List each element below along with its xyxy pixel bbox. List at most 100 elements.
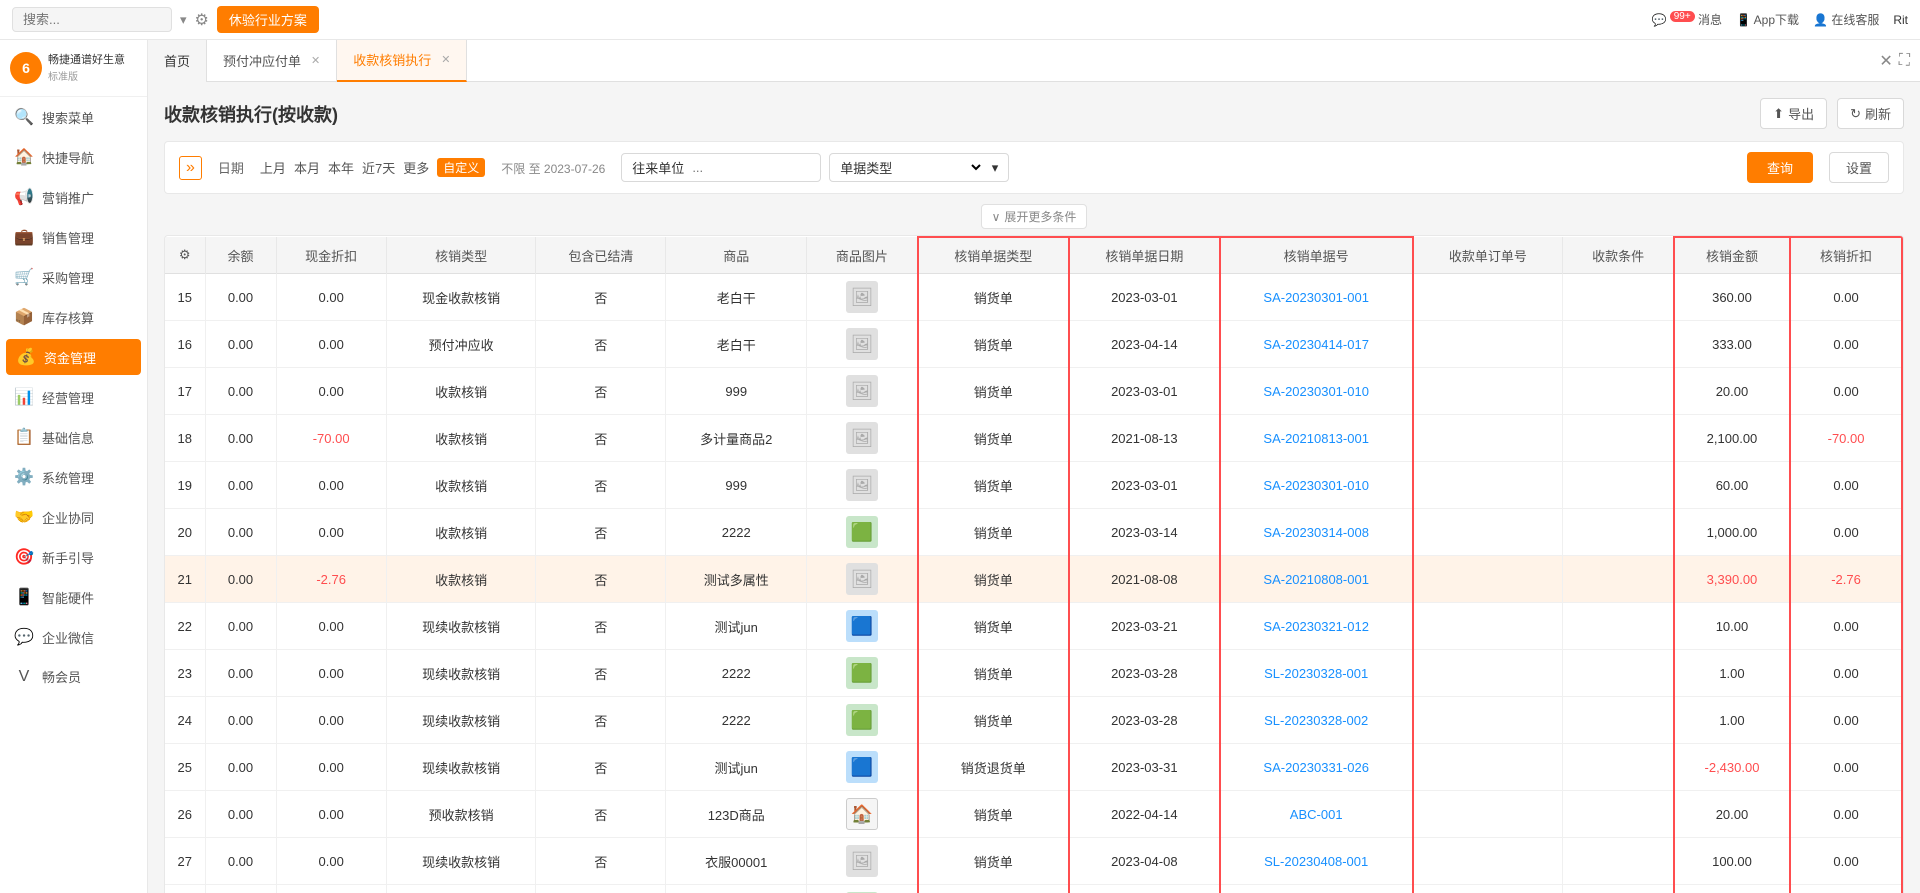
basic-info-icon: 📋: [14, 427, 34, 447]
export-btn[interactable]: ⬆ 导出: [1760, 98, 1827, 129]
bill-no-link[interactable]: SL-20230408-001: [1264, 854, 1368, 869]
cell-bill-no[interactable]: SA-20230301-010: [1220, 368, 1413, 415]
query-btn[interactable]: 查询: [1747, 152, 1813, 183]
sidebar-item-search[interactable]: 🔍 搜索菜单: [0, 97, 147, 137]
refresh-btn[interactable]: ↻ 刷新: [1837, 98, 1904, 129]
sidebar-item-basic-info[interactable]: 📋 基础信息: [0, 417, 147, 457]
cell-bill-no[interactable]: SA-20230314-008: [1220, 509, 1413, 556]
this-year-link[interactable]: 本年: [328, 158, 354, 177]
cell-bill-no[interactable]: SA-20210808-001: [1220, 556, 1413, 603]
bill-no-link[interactable]: SL-20230328-001: [1264, 666, 1368, 681]
bill-no-link[interactable]: SA-20230331-026: [1263, 760, 1369, 775]
cell-bill-no[interactable]: SA-20230321-012: [1220, 603, 1413, 650]
page-title: 收款核销执行(按收款): [164, 101, 338, 127]
bill-no-link[interactable]: SA-20230301-001: [1263, 290, 1369, 305]
maximize-icon[interactable]: ⛶: [1899, 52, 1910, 70]
col-settings[interactable]: ⚙: [165, 237, 205, 274]
bill-no-link[interactable]: SA-20210808-001: [1263, 572, 1369, 587]
cell-goods-img: 🖼: [807, 321, 918, 368]
sidebar-item-sys-mgmt[interactable]: ⚙️ 系统管理: [0, 457, 147, 497]
cell-receipt-order-no: [1413, 462, 1563, 509]
bill-no-link[interactable]: SA-20230301-010: [1263, 478, 1369, 493]
home-icon: 🏠: [14, 147, 34, 167]
sidebar-item-sales[interactable]: 💼 销售管理: [0, 217, 147, 257]
cell-bill-no[interactable]: SL-20230408-001: [1220, 838, 1413, 885]
cell-bill-date: 2023-03-01: [1069, 274, 1220, 321]
sidebar-item-marketing[interactable]: 📢 营销推广: [0, 177, 147, 217]
cell-bill-no[interactable]: SL-20230328-002: [1220, 697, 1413, 744]
app-download[interactable]: 📱 App下载: [1736, 11, 1799, 28]
tab-receipt-close[interactable]: ✕: [441, 53, 450, 66]
tab-prepay[interactable]: 预付冲应付单 ✕: [207, 40, 337, 82]
col-write-off-type: 核销类型: [386, 237, 536, 274]
cell-goods-img: 🖼: [807, 838, 918, 885]
cell-bill-no[interactable]: SA-20230301-001: [1220, 274, 1413, 321]
sidebar-item-inventory[interactable]: 📦 库存核算: [0, 297, 147, 337]
bill-no-link[interactable]: SL-20230328-002: [1264, 713, 1368, 728]
logo-icon: 6: [10, 52, 42, 84]
setup-btn[interactable]: 设置: [1829, 152, 1889, 183]
sidebar-item-quick-nav[interactable]: 🏠 快捷导航: [0, 137, 147, 177]
bill-no-link[interactable]: SA-20230414-017: [1263, 337, 1369, 352]
dropdown-icon[interactable]: ▾: [180, 12, 187, 28]
doc-type-select[interactable]: [900, 159, 983, 176]
bill-no-link[interactable]: SA-20210813-001: [1263, 431, 1369, 446]
bill-no-link[interactable]: SA-20230314-008: [1263, 525, 1369, 540]
expand-more-btn[interactable]: ∨ 展开更多条件: [981, 204, 1088, 229]
sidebar-item-enterprise[interactable]: 🤝 企业协同: [0, 497, 147, 537]
bill-no-link[interactable]: SA-20230321-012: [1263, 619, 1369, 634]
table-row: 230.000.00现续收款核销否2222🟩销货单2023-03-28SL-20…: [165, 650, 1902, 697]
sidebar-item-purchase[interactable]: 🛒 采购管理: [0, 257, 147, 297]
table-row: 180.00-70.00收款核销否多计量商品2🖼销货单2021-08-13SA-…: [165, 415, 1902, 462]
partner-input[interactable]: [692, 160, 772, 175]
more-link[interactable]: 更多: [403, 158, 429, 177]
cell-bill-no[interactable]: SL-20230418-001: [1220, 885, 1413, 893]
user-name[interactable]: Rit: [1893, 13, 1908, 27]
cell-bill-no[interactable]: ABC-001: [1220, 791, 1413, 838]
refresh-label: 刷新: [1865, 104, 1891, 123]
sidebar-label-basic-info: 基础信息: [42, 428, 94, 447]
cell-goods: 多计量商品2: [666, 415, 807, 462]
top-bar-left: ▾ ⚙ 休验行业方案: [12, 6, 1643, 33]
industry-btn[interactable]: 休验行业方案: [217, 6, 319, 33]
sidebar-item-guide[interactable]: 🎯 新手引导: [0, 537, 147, 577]
sidebar-item-wechat[interactable]: 💬 企业微信: [0, 617, 147, 657]
this-month-link[interactable]: 本月: [294, 158, 320, 177]
tab-prepay-close[interactable]: ✕: [311, 54, 320, 67]
last-7days-link[interactable]: 近7天: [362, 158, 395, 177]
cell-goods-img: 🖼: [807, 556, 918, 603]
cell-bill-type: 销货单: [918, 509, 1069, 556]
bill-no-link[interactable]: SA-20230301-010: [1263, 384, 1369, 399]
message-icon[interactable]: 💬 99+ 消息: [1651, 11, 1722, 28]
sidebar-item-finance[interactable]: 💰 资金管理: [6, 339, 141, 375]
gear-icon[interactable]: ⚙: [195, 10, 209, 30]
custom-link[interactable]: 自定义: [437, 158, 485, 177]
online-service[interactable]: 👤 在线客服: [1813, 11, 1879, 28]
cell-goods: 测试jun: [666, 603, 807, 650]
cell-bill-no[interactable]: SL-20230328-001: [1220, 650, 1413, 697]
tab-receipt-write-off[interactable]: 收款核销执行 ✕: [337, 40, 467, 82]
cell-goods: 123D商品: [666, 791, 807, 838]
sidebar-item-member[interactable]: V 畅会员: [0, 657, 147, 696]
cell-balance: 0.00: [205, 650, 276, 697]
top-search-input[interactable]: [12, 7, 172, 32]
sidebar-item-smart-hw[interactable]: 📱 智能硬件: [0, 577, 147, 617]
cell-goods-img: 🟩: [807, 650, 918, 697]
doc-type-field[interactable]: 单据类型 ▾: [829, 153, 1009, 182]
col-balance: 余额: [205, 237, 276, 274]
close-window-icon[interactable]: ✕: [1879, 51, 1892, 71]
cell-bill-no[interactable]: SA-20230414-017: [1220, 321, 1413, 368]
cell-bill-no[interactable]: SA-20230331-026: [1220, 744, 1413, 791]
partner-field[interactable]: 往来单位: [621, 153, 821, 182]
sidebar-item-operations[interactable]: 📊 经营管理: [0, 377, 147, 417]
expand-toggle[interactable]: »: [179, 156, 202, 180]
last-month-link[interactable]: 上月: [260, 158, 286, 177]
cell-write-off-discount: 0.00: [1790, 697, 1902, 744]
tab-home[interactable]: 首页: [148, 40, 207, 82]
cell-cash-discount: -2.76: [276, 556, 386, 603]
bill-no-link[interactable]: ABC-001: [1290, 807, 1343, 822]
cell-write-off-amount: 20.00: [1674, 368, 1790, 415]
cell-write-off-discount: -2.76: [1790, 556, 1902, 603]
cell-bill-no[interactable]: SA-20230301-010: [1220, 462, 1413, 509]
cell-bill-no[interactable]: SA-20210813-001: [1220, 415, 1413, 462]
